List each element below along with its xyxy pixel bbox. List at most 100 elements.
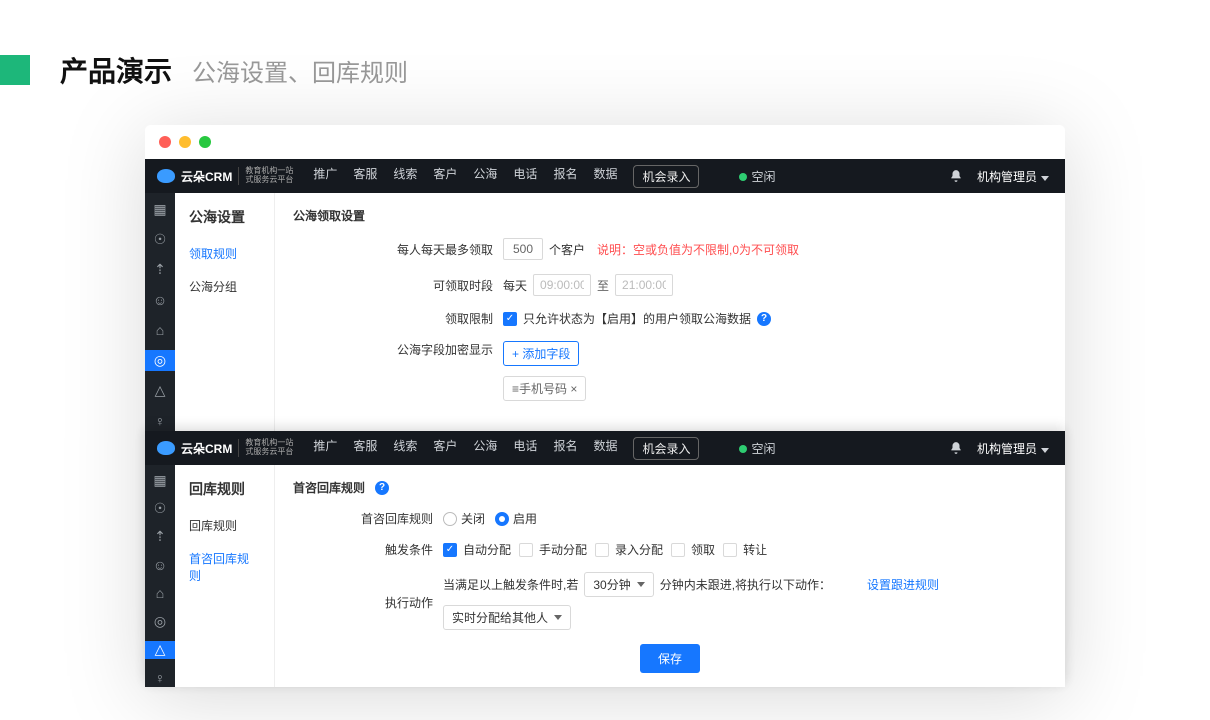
- nav-item[interactable]: 推广: [313, 437, 337, 460]
- rail-dashboard-icon[interactable]: ▦: [145, 471, 175, 489]
- rail-shield-icon[interactable]: ☉: [145, 229, 175, 249]
- nav-item[interactable]: 客户: [433, 437, 457, 460]
- nav-item[interactable]: 公海: [473, 165, 497, 188]
- window-return-rules: 云朵CRM 教育机构一站式服务云平台 推广 客服 线索 客户 公海 电话 报名 …: [145, 431, 1065, 687]
- rail-shield-icon[interactable]: ☉: [145, 499, 175, 517]
- nav-item[interactable]: 数据: [593, 165, 617, 188]
- help-icon[interactable]: ?: [757, 312, 771, 326]
- nav-item[interactable]: 报名: [553, 437, 577, 460]
- rail-person-icon[interactable]: ♀: [145, 669, 175, 687]
- bell-icon[interactable]: [949, 441, 963, 455]
- nav-item[interactable]: 线索: [393, 165, 417, 188]
- user-menu[interactable]: 机构管理员: [977, 440, 1049, 457]
- rail-edu-icon[interactable]: ⌂: [145, 320, 175, 340]
- content-title: 首咨回库规则: [293, 479, 365, 496]
- sidebar-title: 公海设置: [175, 193, 274, 237]
- label-exec-action: 执行动作: [293, 572, 433, 611]
- user-label: 机构管理员: [977, 170, 1037, 184]
- nav-item[interactable]: 推广: [313, 165, 337, 188]
- field-tag-phone[interactable]: ≡手机号码 ×: [503, 376, 586, 401]
- add-field-button[interactable]: + 添加字段: [503, 341, 579, 366]
- time-end-input[interactable]: [615, 274, 673, 296]
- page-header: 产品演示 公海设置、回库规则: [0, 0, 1210, 120]
- chk-transfer[interactable]: [723, 543, 737, 557]
- cloud-icon: [157, 169, 175, 183]
- max-claim-suffix: 个客户: [549, 241, 585, 258]
- radio-on[interactable]: [495, 512, 509, 526]
- minimize-dot-icon[interactable]: [179, 136, 191, 148]
- nav-item[interactable]: 电话: [513, 165, 537, 188]
- claim-limit-checkbox[interactable]: ✓: [503, 312, 517, 326]
- sidebar-title: 回库规则: [175, 465, 274, 509]
- opportunity-entry-button[interactable]: 机会录入: [633, 437, 699, 460]
- time-start-input[interactable]: [533, 274, 591, 296]
- opportunity-entry-button[interactable]: 机会录入: [633, 165, 699, 188]
- chk-claim[interactable]: [671, 543, 685, 557]
- rail-user-icon[interactable]: ☺: [145, 556, 175, 574]
- rail-gonghai-icon[interactable]: ◎: [145, 612, 175, 630]
- close-dot-icon[interactable]: [159, 136, 171, 148]
- sidebar-item-return-rules[interactable]: 回库规则: [175, 509, 274, 542]
- window-gonghai-settings: 云朵CRM 教育机构一站式服务云平台 推广 客服 线索 客户 公海 电话 报名 …: [145, 125, 1065, 431]
- chk-label: 领取: [691, 541, 715, 558]
- main-content: 首咨回库规则 ? 首咨回库规则 关闭 启用 触发条件 ✓自动分配 手动分配 录入…: [275, 465, 1065, 687]
- chevron-down-icon: [1041, 448, 1049, 453]
- rail-dashboard-icon[interactable]: ▦: [145, 199, 175, 219]
- nav-item[interactable]: 公海: [473, 437, 497, 460]
- status-text: 空闲: [751, 442, 775, 456]
- bell-icon[interactable]: [949, 169, 963, 183]
- minutes-select[interactable]: 30分钟: [584, 572, 653, 597]
- nav-item[interactable]: 客服: [353, 165, 377, 188]
- nav-item[interactable]: 电话: [513, 437, 537, 460]
- rail-gonghai-icon[interactable]: ◎: [145, 350, 175, 370]
- sidebar-item-groups[interactable]: 公海分组: [175, 270, 274, 303]
- sidebar-item-claim-rules[interactable]: 领取规则: [175, 237, 274, 270]
- user-menu[interactable]: 机构管理员: [977, 168, 1049, 185]
- accent-block: [0, 55, 30, 85]
- nav-item[interactable]: 客服: [353, 437, 377, 460]
- status-dot-icon: [739, 173, 747, 181]
- nav-item[interactable]: 数据: [593, 437, 617, 460]
- label-time-range: 可领取时段: [293, 277, 493, 294]
- assign-to-select[interactable]: 实时分配给其他人: [443, 605, 571, 630]
- nav-item[interactable]: 报名: [553, 165, 577, 188]
- main-content: 公海领取设置 每人每天最多领取 个客户 说明：空或负值为不限制,0为不可领取 可…: [275, 193, 1065, 431]
- save-button[interactable]: 保存: [640, 644, 700, 673]
- nav-item[interactable]: 客户: [433, 165, 457, 188]
- label-encrypted-fields: 公海字段加密显示: [293, 341, 493, 358]
- status-indicator: 空闲: [739, 440, 775, 457]
- chk-input-assign[interactable]: [595, 543, 609, 557]
- zoom-dot-icon[interactable]: [199, 136, 211, 148]
- rail-stats-icon[interactable]: ⇡: [145, 260, 175, 280]
- rail-edu-icon[interactable]: ⌂: [145, 584, 175, 602]
- label-trigger-cond: 触发条件: [293, 541, 433, 558]
- chk-manual-assign[interactable]: [519, 543, 533, 557]
- help-icon[interactable]: ?: [375, 481, 389, 495]
- nav-item[interactable]: 线索: [393, 437, 417, 460]
- rail-stats-icon[interactable]: ⇡: [145, 528, 175, 546]
- set-follow-rule-link[interactable]: 设置跟进规则: [867, 576, 939, 593]
- rail-person-icon[interactable]: ♀: [145, 411, 175, 431]
- radio-off[interactable]: [443, 512, 457, 526]
- rail-return-icon[interactable]: △: [145, 381, 175, 401]
- label-claim-limit: 领取限制: [293, 310, 493, 327]
- topbar: 云朵CRM 教育机构一站式服务云平台 推广 客服 线索 客户 公海 电话 报名 …: [145, 431, 1065, 465]
- secondary-sidebar: 回库规则 回库规则 首咨回库规则: [175, 465, 275, 687]
- sidebar-item-first-consult[interactable]: 首咨回库规则: [175, 542, 274, 592]
- page-title: 产品演示: [60, 50, 172, 90]
- rail-return-icon[interactable]: △: [145, 641, 175, 659]
- icon-rail: ▦ ☉ ⇡ ☺ ⌂ ◎ △ ♀: [145, 465, 175, 687]
- status-text: 空闲: [751, 170, 775, 184]
- logo: 云朵CRM 教育机构一站式服务云平台: [145, 439, 303, 457]
- claim-limit-text: 只允许状态为【启用】的用户领取公海数据: [523, 310, 751, 327]
- rail-user-icon[interactable]: ☺: [145, 290, 175, 310]
- chk-label: 自动分配: [463, 541, 511, 558]
- max-claim-hint: 说明：空或负值为不限制,0为不可领取: [597, 241, 799, 258]
- time-sep: 至: [597, 277, 609, 294]
- max-claim-input[interactable]: [503, 238, 543, 260]
- chk-label: 手动分配: [539, 541, 587, 558]
- exec-line-a: 当满足以上触发条件时,若: [443, 576, 578, 593]
- logo-sub: 教育机构一站式服务云平台: [238, 439, 293, 457]
- chk-auto-assign[interactable]: ✓: [443, 543, 457, 557]
- radio-off-label: 关闭: [461, 510, 485, 527]
